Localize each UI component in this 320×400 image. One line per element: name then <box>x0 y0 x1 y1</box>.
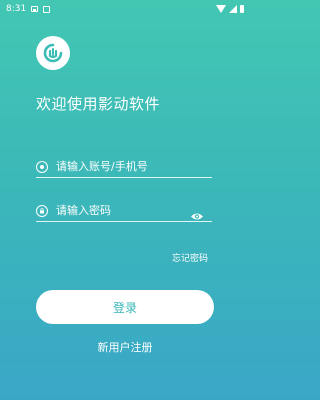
login-button[interactable]: 登录 <box>36 290 214 324</box>
eye-icon[interactable] <box>190 206 204 225</box>
status-bar: 8:31 <box>0 0 250 18</box>
status-left: 8:31 <box>6 4 51 14</box>
status-time: 8:31 <box>6 4 27 14</box>
account-field[interactable] <box>36 156 212 178</box>
status-right <box>216 5 244 13</box>
account-input[interactable] <box>56 160 186 173</box>
signal-icon <box>229 5 237 13</box>
password-field[interactable] <box>36 200 212 222</box>
welcome-title: 欢迎使用影动软件 <box>36 95 161 113</box>
image-icon <box>31 6 39 12</box>
wifi-icon <box>216 5 226 13</box>
user-circle-icon <box>36 160 48 173</box>
forgot-password-link[interactable]: 忘记密码 <box>172 251 208 264</box>
password-input[interactable] <box>56 204 186 217</box>
lock-icon <box>36 204 48 217</box>
register-link[interactable]: 新用户注册 <box>0 339 250 355</box>
a-notification-icon <box>43 5 51 13</box>
battery-icon <box>240 5 244 13</box>
app-logo-icon <box>36 36 70 70</box>
